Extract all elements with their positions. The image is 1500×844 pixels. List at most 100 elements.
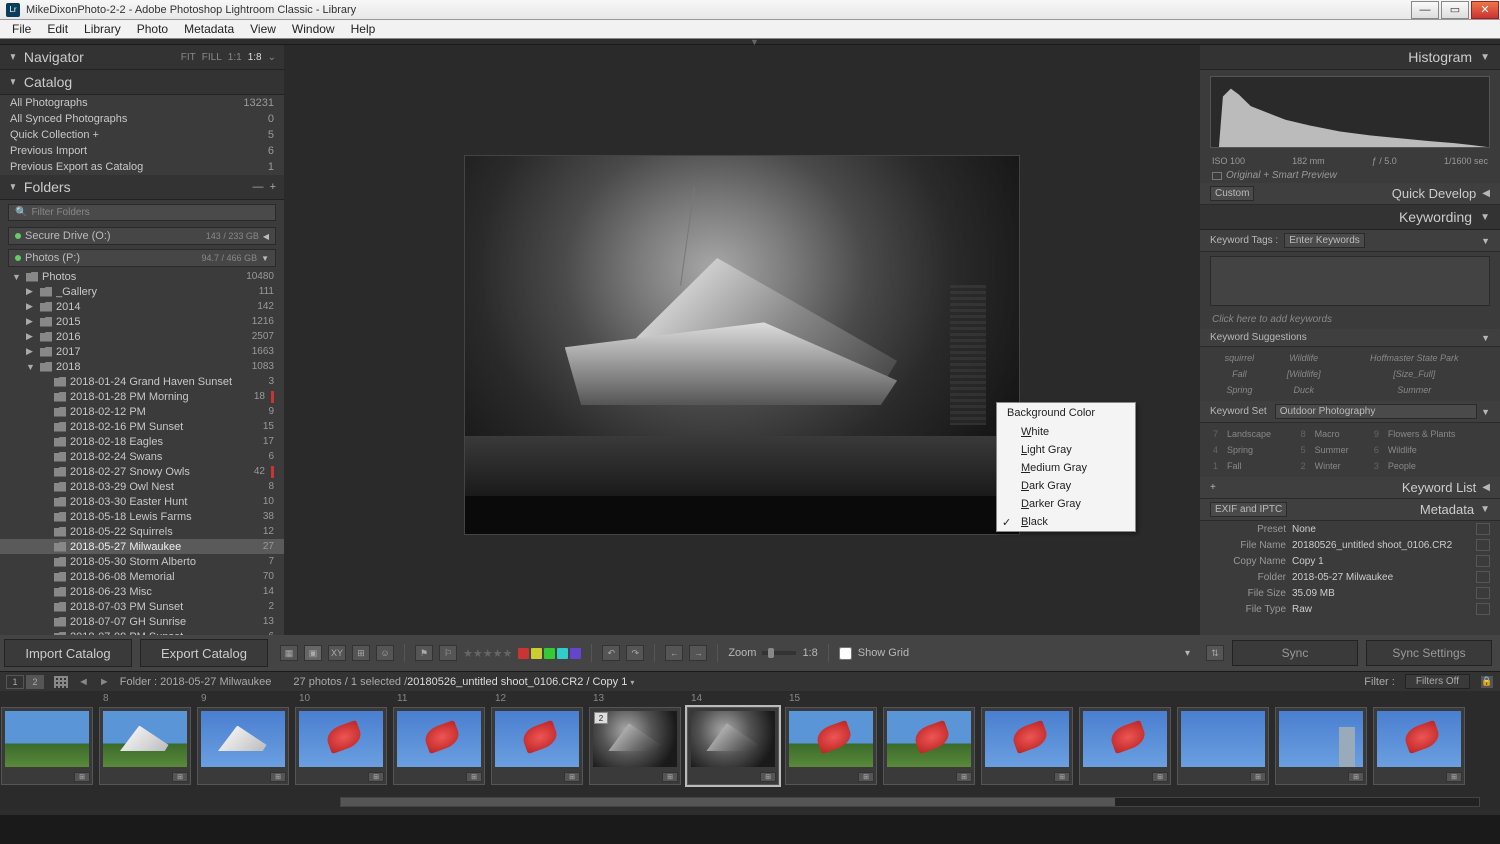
import-catalog-button[interactable]: Import Catalog [4,639,132,667]
keyword-suggestion[interactable]: Duck [1271,383,1337,397]
keyword-suggestion[interactable]: [Size_Full] [1339,367,1490,381]
folder-row[interactable]: 2018-01-28 PM Morning18 [0,389,284,404]
rotate-ccw-icon[interactable]: ↶ [602,645,620,661]
folder-row[interactable]: 2018-01-24 Grand Haven Sunset3 [0,374,284,389]
filter-dropdown[interactable]: Filters Off [1405,674,1470,689]
drive-secure[interactable]: Secure Drive (O:) 143 / 233 GB ◀ [8,227,276,245]
folder-row[interactable]: 2018-05-30 Storm Alberto7 [0,554,284,569]
keyword-set-item[interactable]: Flowers & Plants [1385,427,1490,441]
keyword-set-item[interactable]: Fall [1224,459,1296,473]
filmstrip-thumb[interactable]: ⊞ [883,707,975,785]
filter-folders-input[interactable]: 🔍 Filter Folders [8,204,276,221]
ctx-item-white[interactable]: White [997,423,1135,441]
folder-row[interactable]: 2018-02-16 PM Sunset15 [0,419,284,434]
filmstrip-thumb[interactable]: ⊞ [99,707,191,785]
show-grid-checkbox[interactable] [839,647,852,660]
metadata-header[interactable]: Metadata [1420,502,1474,517]
folder-row[interactable]: 2018-06-23 Misc14 [0,584,284,599]
folders-header[interactable]: ▼Folders — + [0,175,284,200]
keyword-suggestion[interactable]: Wildlife [1271,351,1337,365]
nav-prev-icon[interactable]: ← [665,645,683,661]
filmstrip-thumb[interactable]: ⊞ [1,707,93,785]
nav-fill[interactable]: FILL [202,52,222,63]
metadata-mode-dropdown[interactable]: EXIF and IPTC [1210,502,1287,517]
keyword-suggestion[interactable]: [Wildlife] [1271,367,1337,381]
menu-metadata[interactable]: Metadata [176,19,242,39]
metadata-action-icon[interactable] [1476,603,1490,615]
folder-row[interactable]: 2018-03-29 Owl Nest8 [0,479,284,494]
filmstrip-thumb[interactable]: ⊞ [981,707,1073,785]
keyword-set-item[interactable]: Winter [1312,459,1369,473]
nav-next-icon[interactable]: → [689,645,707,661]
keyword-set-dropdown[interactable]: Outdoor Photography [1275,404,1477,419]
metadata-action-icon[interactable] [1476,571,1490,583]
menu-window[interactable]: Window [284,19,343,39]
navigator-header[interactable]: ▼ Navigator FIT FILL 1:1 1:8 ⌄ [0,45,284,70]
nav-1-1[interactable]: 1:1 [228,52,242,63]
filmstrip-thumb[interactable]: ⊞ [1177,707,1269,785]
color-label-blue[interactable] [557,648,568,659]
folder-row[interactable]: 2018-02-27 Snowy Owls42 [0,464,284,479]
drive-photos[interactable]: Photos (P:) 94.7 / 466 GB ▼ [8,249,276,267]
menu-view[interactable]: View [242,19,284,39]
filmstrip-thumb[interactable]: ⊞ [197,707,289,785]
monitor-2-button[interactable]: 2 [26,675,44,689]
grid-icon[interactable] [54,676,68,688]
keyword-set-item[interactable]: Spring [1224,443,1296,457]
sync-toggle-icon[interactable]: ⇅ [1206,645,1224,661]
rating-stars[interactable]: ★★★★★ [463,647,512,660]
keyword-set-item[interactable]: Wildlife [1385,443,1490,457]
menu-photo[interactable]: Photo [129,19,176,39]
metadata-action-icon[interactable] [1476,539,1490,551]
keyword-suggestion[interactable]: squirrel [1210,351,1269,365]
folder-row[interactable]: ▶_Gallery111 [0,284,284,299]
menu-help[interactable]: Help [343,19,384,39]
ctx-item-light-gray[interactable]: Light Gray [997,441,1135,459]
histogram-header[interactable]: Histogram▼ [1200,45,1500,70]
metadata-action-icon[interactable] [1476,555,1490,567]
folder-row[interactable]: 2018-06-08 Memorial70 [0,569,284,584]
folder-row[interactable]: ▼Photos10480 [0,269,284,284]
grid-view-icon[interactable]: ▦ [280,645,298,661]
keyword-set-item[interactable]: Summer [1312,443,1369,457]
back-icon[interactable]: ◄ [78,676,89,688]
keyword-set-item[interactable]: Macro [1312,427,1369,441]
zoom-slider[interactable] [762,651,796,655]
folder-row[interactable]: 2018-07-07 GH Sunrise13 [0,614,284,629]
export-catalog-button[interactable]: Export Catalog [140,639,268,667]
sync-button[interactable]: Sync [1232,640,1358,666]
monitor-1-button[interactable]: 1 [6,675,24,689]
folder-row[interactable]: 2018-02-18 Eagles17 [0,434,284,449]
keyword-textarea[interactable] [1210,256,1490,306]
sync-settings-button[interactable]: Sync Settings [1366,640,1492,666]
flag-reject-icon[interactable]: ⚐ [439,645,457,661]
keyword-list-header[interactable]: Keyword List [1402,480,1476,495]
loupe-view-icon[interactable]: ▣ [304,645,322,661]
folder-row[interactable]: 2018-02-24 Swans6 [0,449,284,464]
keyword-tags-dropdown[interactable]: Enter Keywords [1284,233,1365,248]
filmstrip-scrollbar[interactable] [340,797,1480,807]
catalog-header[interactable]: ▼Catalog [0,70,284,95]
ctx-item-black[interactable]: ✓Black [997,513,1135,531]
catalog-item[interactable]: Previous Export as Catalog1 [0,159,284,175]
folder-row[interactable]: ▶2014142 [0,299,284,314]
folder-row[interactable]: 2018-05-18 Lewis Farms38 [0,509,284,524]
keyword-suggestion[interactable]: Hoffmaster State Park [1339,351,1490,365]
folder-row[interactable]: 2018-05-22 Squirrels12 [0,524,284,539]
nav-fit[interactable]: FIT [181,52,196,63]
filmstrip-thumb[interactable]: ⊞ [687,707,779,785]
color-label-purple[interactable] [570,648,581,659]
filmstrip-thumb[interactable]: ⊞ [1079,707,1171,785]
compare-view-icon[interactable]: XY [328,645,346,661]
keywording-header[interactable]: Keywording▼ [1200,205,1500,230]
loupe-view[interactable] [284,45,1200,635]
filmstrip-thumb[interactable]: ⊞ [295,707,387,785]
folder-row[interactable]: 2018-05-27 Milwaukee27 [0,539,284,554]
toolbar-overflow-icon[interactable]: ▾ [1185,648,1190,659]
nav-zoom-caret[interactable]: ⌄ [268,52,276,63]
people-view-icon[interactable]: ☺ [376,645,394,661]
catalog-item[interactable]: Quick Collection +5 [0,127,284,143]
bottom-collapse-strip[interactable] [0,809,1500,815]
quick-develop-header[interactable]: Custom Quick Develop◀ [1200,183,1500,205]
menu-edit[interactable]: Edit [39,19,76,39]
